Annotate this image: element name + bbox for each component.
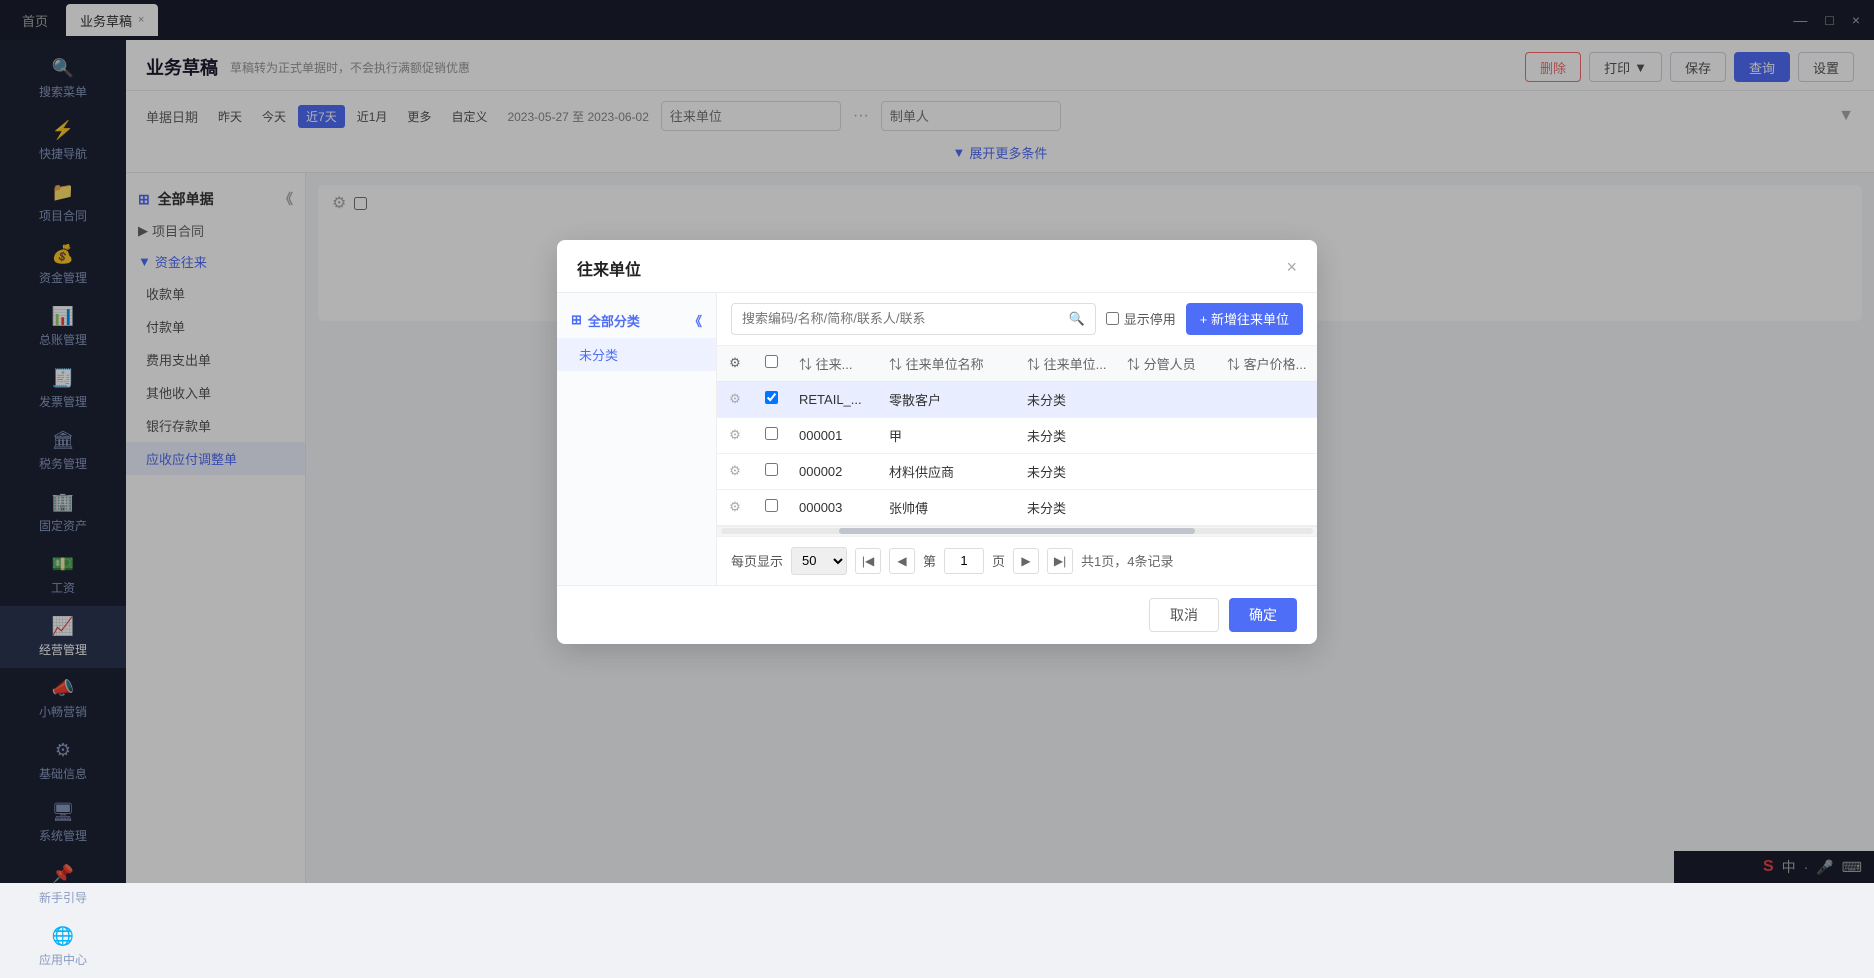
dialog-close-button[interactable]: ×	[1286, 257, 1297, 278]
sort-icon: ⇅	[799, 357, 812, 372]
dialog-header: 往来单位 ×	[557, 240, 1317, 293]
row-category-cell: 未分类	[1017, 453, 1117, 489]
sidebar-item-appcenter[interactable]: 🌐 应用中心	[0, 916, 126, 978]
row-code-cell: 000003	[789, 489, 879, 525]
show-disabled-checkbox[interactable]	[1106, 312, 1119, 325]
row-check-cell	[753, 489, 789, 525]
row-name-cell: 张帅傅	[879, 489, 1017, 525]
row-price-cell	[1217, 453, 1317, 489]
sidebar-item-label: 应用中心	[39, 951, 87, 968]
dialog-left-categories: ⊞ 全部分类 《 未分类	[557, 293, 717, 585]
row-checkbox[interactable]	[765, 427, 778, 440]
prev-page-btn[interactable]: ◀	[889, 548, 915, 574]
table-row[interactable]: ⚙ 000002 材料供应商 未分类	[717, 453, 1317, 489]
row-name-cell: 零散客户	[879, 381, 1017, 417]
appcenter-icon: 🌐	[52, 926, 74, 947]
row-settings-icon[interactable]: ⚙	[729, 499, 741, 514]
counterparty-table: ⚙ ⇅ 往来... ⇅	[717, 346, 1317, 526]
show-disabled-label: 显示停用	[1106, 309, 1176, 328]
row-person-cell	[1117, 417, 1217, 453]
row-code-cell: 000002	[789, 453, 879, 489]
row-person-cell	[1117, 489, 1217, 525]
row-settings-cell: ⚙	[717, 381, 753, 417]
row-check-cell	[753, 453, 789, 489]
sort-icon: ⇅	[1227, 357, 1240, 372]
scroll-thumb[interactable]	[839, 528, 1194, 534]
show-disabled-text: 显示停用	[1124, 309, 1176, 328]
dialog-body: ⊞ 全部分类 《 未分类 🔍 显示停用	[557, 293, 1317, 585]
category-item-uncategorized[interactable]: 未分类	[557, 338, 716, 371]
page-suffix: 页	[992, 551, 1005, 570]
dialog-title: 往来单位	[577, 256, 641, 280]
sort-icon: ⇅	[1027, 357, 1040, 372]
dialog-overlay: 往来单位 × ⊞ 全部分类 《 未分类 🔍	[0, 0, 1874, 883]
col-category-header: ⇅ 往来单位...	[1017, 346, 1117, 382]
sort-icon: ⇅	[889, 357, 902, 372]
row-check-cell	[753, 381, 789, 417]
last-page-btn[interactable]: ▶|	[1047, 548, 1073, 574]
row-settings-icon[interactable]: ⚙	[729, 463, 741, 478]
row-name-cell: 甲	[879, 417, 1017, 453]
search-box: 🔍	[731, 303, 1096, 335]
row-checkbox[interactable]	[765, 391, 778, 404]
col-settings: ⚙	[717, 346, 753, 382]
table-row[interactable]: ⚙ 000003 张帅傅 未分类	[717, 489, 1317, 525]
col-name-header: ⇅ 往来单位名称	[879, 346, 1017, 382]
col-check	[753, 346, 789, 382]
total-info: 共1页，4条记录	[1081, 551, 1173, 570]
page-label: 第	[923, 551, 936, 570]
all-categories-label: 全部分类	[588, 311, 640, 330]
add-counterparty-button[interactable]: + 新增往来单位	[1186, 303, 1303, 335]
per-page-select[interactable]: 50 10 20 100	[791, 547, 847, 575]
per-page-label: 每页显示	[731, 551, 783, 570]
dialog-toolbar: 🔍 显示停用 + 新增往来单位	[717, 293, 1317, 346]
search-input[interactable]	[742, 311, 1063, 326]
row-check-cell	[753, 417, 789, 453]
first-page-btn[interactable]: |◀	[855, 548, 881, 574]
next-page-btn[interactable]: ▶	[1013, 548, 1039, 574]
row-code-cell: 000001	[789, 417, 879, 453]
row-person-cell	[1117, 381, 1217, 417]
horizontal-scrollbar[interactable]	[717, 526, 1317, 536]
col-person-header: ⇅ 分管人员	[1117, 346, 1217, 382]
table-header-row: ⚙ ⇅ 往来... ⇅	[717, 346, 1317, 382]
table-row[interactable]: ⚙ RETAIL_... 零散客户 未分类	[717, 381, 1317, 417]
row-category-cell: 未分类	[1017, 489, 1117, 525]
page-number-input[interactable]	[944, 548, 984, 574]
row-category-cell: 未分类	[1017, 417, 1117, 453]
scroll-track	[721, 528, 1313, 534]
select-all-table-checkbox[interactable]	[765, 355, 778, 368]
collapse-left-icon[interactable]: 《	[689, 311, 702, 330]
row-settings-icon[interactable]: ⚙	[729, 391, 741, 406]
row-settings-cell: ⚙	[717, 417, 753, 453]
sidebar-item-label: 新手引导	[39, 889, 87, 906]
row-code-cell: RETAIL_...	[789, 381, 879, 417]
row-settings-cell: ⚙	[717, 453, 753, 489]
sort-icon: ⇅	[1127, 357, 1140, 372]
row-price-cell	[1217, 489, 1317, 525]
row-person-cell	[1117, 453, 1217, 489]
dialog-table: ⚙ ⇅ 往来... ⇅	[717, 346, 1317, 526]
dialog-pagination: 每页显示 50 10 20 100 |◀ ◀ 第 页 ▶ ▶| 共1页，4条记录	[717, 536, 1317, 585]
counterparty-dialog: 往来单位 × ⊞ 全部分类 《 未分类 🔍	[557, 240, 1317, 644]
grid-icon: ⊞	[571, 312, 582, 328]
cancel-button[interactable]: 取消	[1149, 598, 1219, 632]
col-price-header: ⇅ 客户价格...	[1217, 346, 1317, 382]
col-code-header: ⇅ 往来...	[789, 346, 879, 382]
search-icon: 🔍	[1069, 311, 1085, 327]
row-price-cell	[1217, 417, 1317, 453]
row-price-cell	[1217, 381, 1317, 417]
settings-icon[interactable]: ⚙	[729, 355, 741, 370]
row-settings-icon[interactable]: ⚙	[729, 427, 741, 442]
table-row[interactable]: ⚙ 000001 甲 未分类	[717, 417, 1317, 453]
confirm-button[interactable]: 确定	[1229, 598, 1297, 632]
row-settings-cell: ⚙	[717, 489, 753, 525]
row-checkbox[interactable]	[765, 499, 778, 512]
row-checkbox[interactable]	[765, 463, 778, 476]
dialog-right: 🔍 显示停用 + 新增往来单位 ⚙	[717, 293, 1317, 585]
dialog-footer: 取消 确定	[557, 585, 1317, 644]
row-name-cell: 材料供应商	[879, 453, 1017, 489]
all-categories-header[interactable]: ⊞ 全部分类 《	[557, 303, 716, 338]
row-category-cell: 未分类	[1017, 381, 1117, 417]
